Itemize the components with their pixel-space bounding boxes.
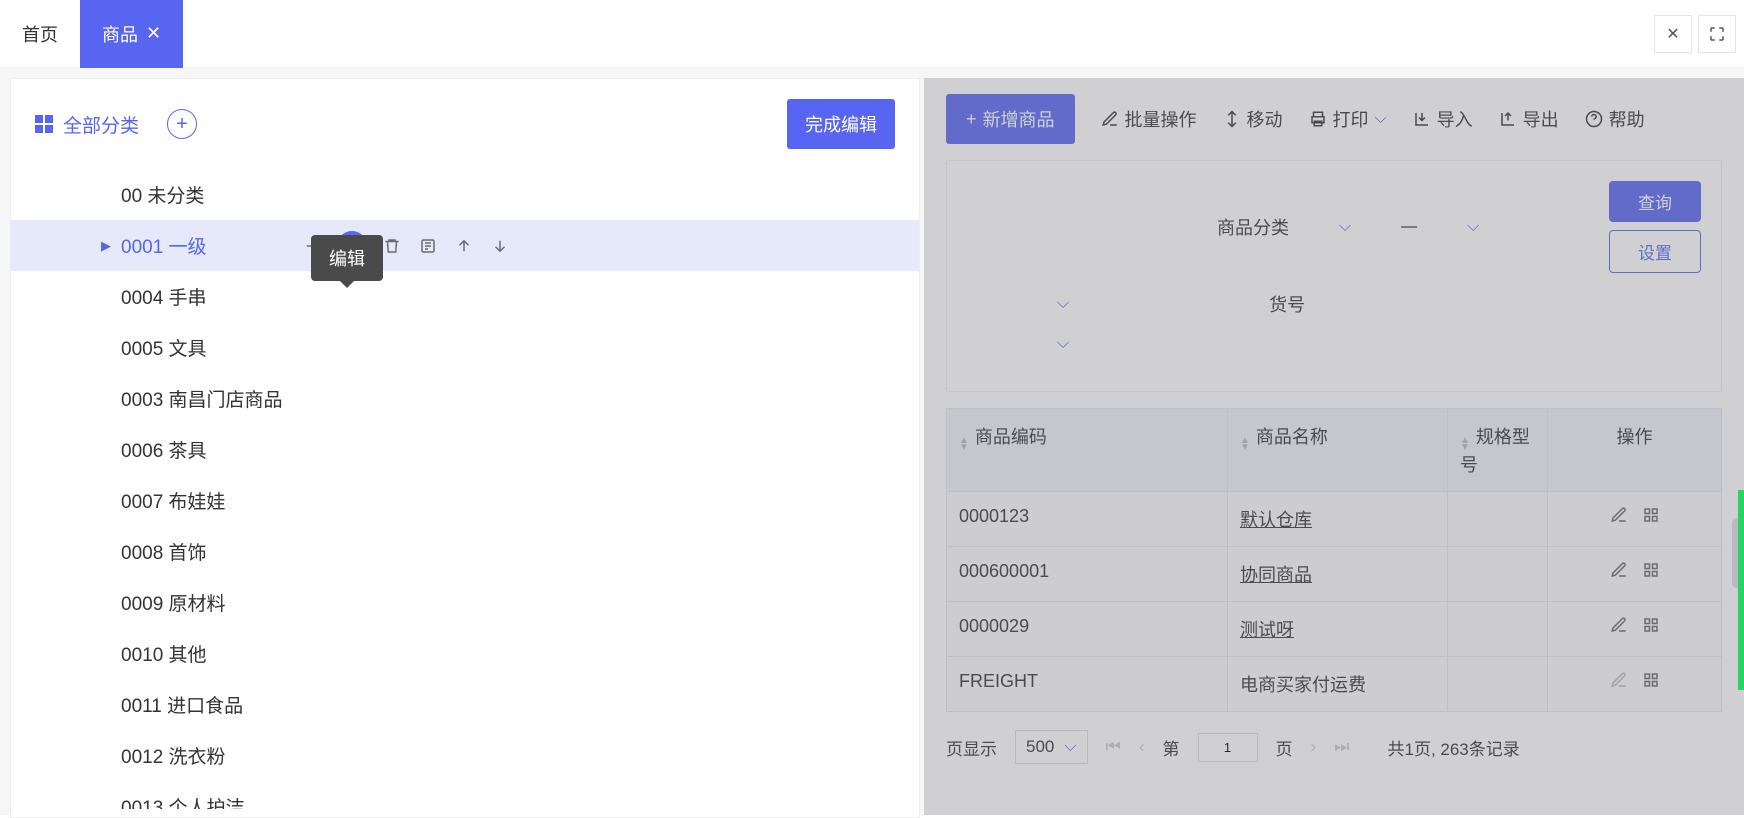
tree-item[interactable]: 0012 洗衣粉 [11,730,919,781]
tree-item[interactable]: 0003 南昌门店商品 [11,373,919,424]
modal-overlay[interactable] [924,78,1744,815]
tree-item[interactable]: 0008 首饰 [11,526,919,577]
green-strip [1738,490,1744,690]
tree-item[interactable]: 0004 手串 [11,271,919,322]
close-all-icon[interactable]: ✕ [1654,15,1692,53]
category-panel: 全部分类 + 完成编辑 编辑 00 未分类 ▶ 0001 一级 [10,78,920,818]
tree-item[interactable]: 0013 个人护洁 [11,781,919,809]
tooltip: 编辑 [311,235,383,281]
tree-item[interactable]: 0005 文具 [11,322,919,373]
add-category-button[interactable]: + [167,109,197,139]
tab-home[interactable]: 首页 [0,0,80,68]
tab-products-label: 商品 [102,21,138,47]
tab-products[interactable]: 商品 ✕ [80,0,183,68]
tree-item[interactable]: 0010 其他 [11,628,919,679]
tag-icon[interactable] [417,235,439,257]
fullscreen-icon[interactable] [1698,15,1736,53]
product-panel: + 新增商品 批量操作 移动 打印 ⌵ 导入 导出 [924,78,1744,815]
chevron-right-icon[interactable]: ▶ [101,238,111,254]
done-edit-button[interactable]: 完成编辑 [787,99,895,149]
tree-item[interactable]: 0006 茶具 [11,424,919,475]
delete-icon[interactable] [381,235,403,257]
tree-item[interactable]: 0007 布娃娃 [11,475,919,526]
tree-item[interactable]: 00 未分类 [11,169,919,220]
move-down-icon[interactable] [489,235,511,257]
tree-item[interactable]: 0009 原材料 [11,577,919,628]
category-root-label: 全部分类 [63,111,139,138]
category-root[interactable]: 全部分类 [35,111,139,138]
move-up-icon[interactable] [453,235,475,257]
grid-icon [35,115,53,133]
close-icon[interactable]: ✕ [146,23,161,44]
tree-item[interactable]: ▶ 0001 一级 [11,220,919,271]
tree-item[interactable]: 0011 进口食品 [11,679,919,730]
tree-item-label: 0001 一级 [121,232,207,259]
category-tree[interactable]: 00 未分类 ▶ 0001 一级 [11,169,919,809]
topbar: 首页 商品 ✕ ✕ [0,0,1744,68]
main: 全部分类 + 完成编辑 编辑 00 未分类 ▶ 0001 一级 [0,68,1744,815]
